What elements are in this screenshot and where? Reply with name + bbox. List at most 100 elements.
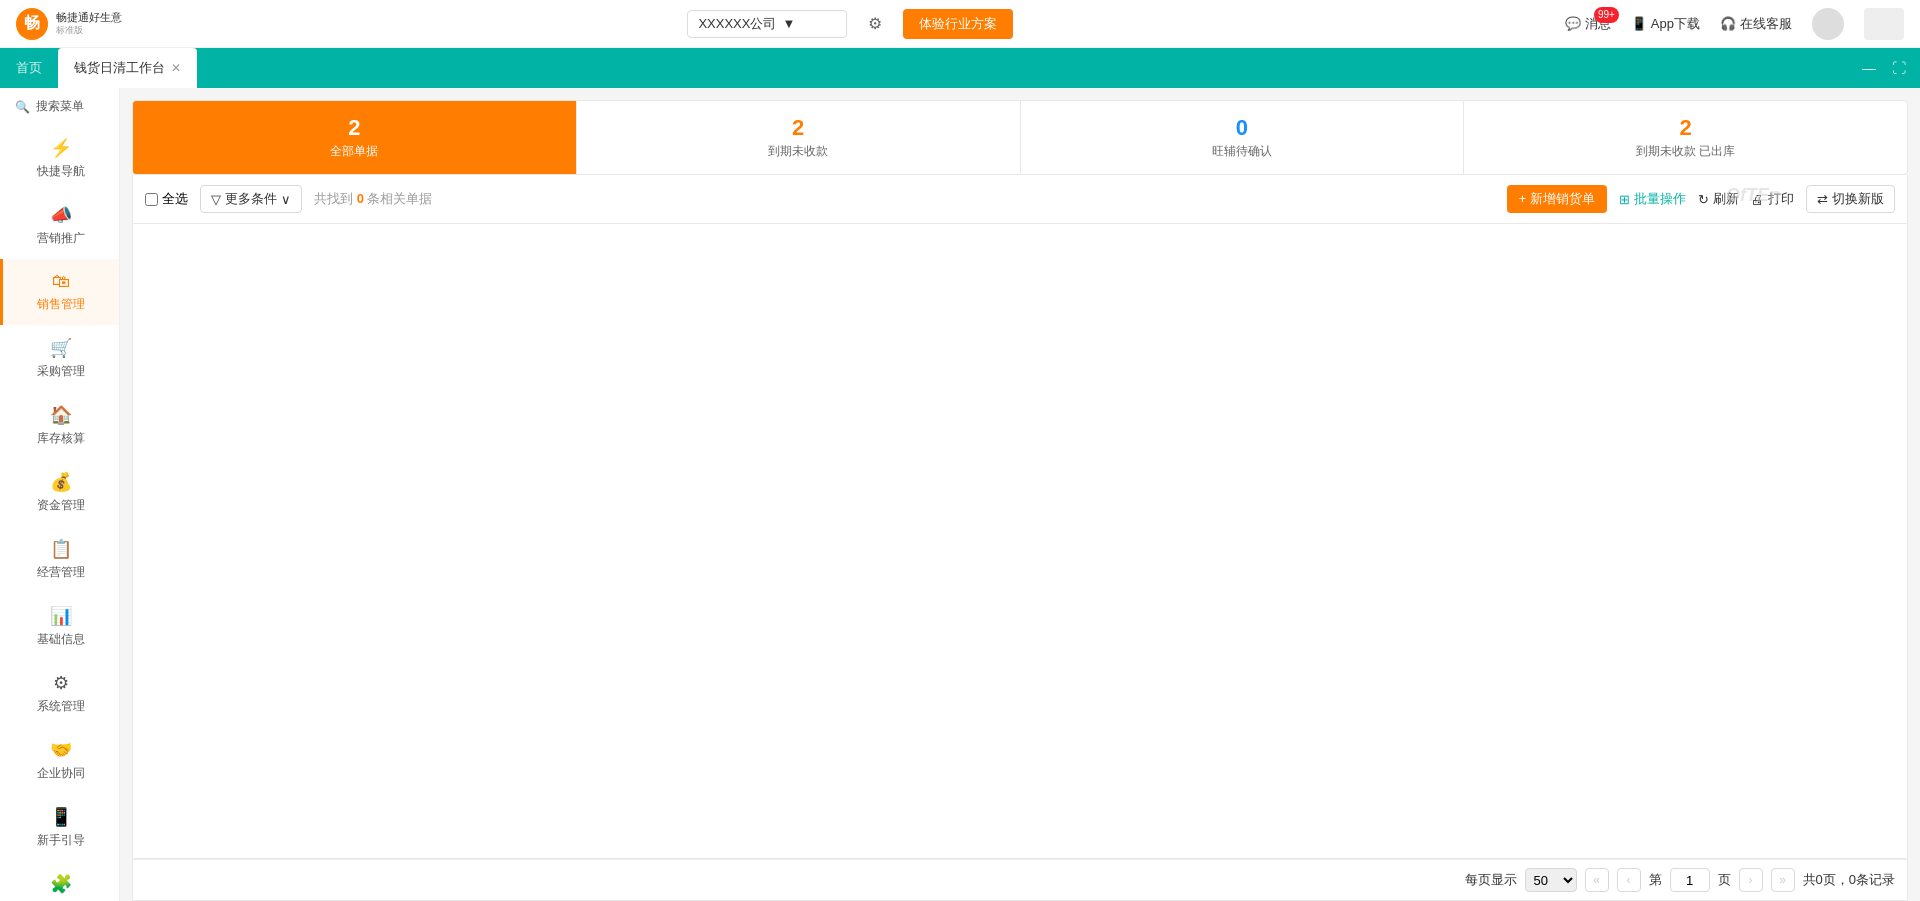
switch-version-button[interactable]: ⇄ 切换新版 [1806, 185, 1895, 213]
app-edition: 标准版 [56, 24, 122, 37]
search-icon: 🔍 [15, 100, 30, 114]
select-all-checkbox[interactable]: 全选 [145, 190, 188, 208]
sidebar-item-system[interactable]: ⚙ 系统管理 [0, 660, 119, 727]
header-right: 💬 消息 99+ 📱 App下载 🎧 在线客服 [1565, 8, 1904, 40]
next-page-button[interactable]: › [1739, 868, 1763, 892]
found-suffix: 条相关单据 [367, 191, 432, 206]
last-page-button[interactable]: » [1771, 868, 1795, 892]
sidebar-label-cooperation: 企业协同 [37, 765, 85, 782]
found-text: 共找到 0 条相关单据 [314, 190, 432, 208]
prev-page-icon: ‹ [1627, 873, 1631, 887]
trial-button[interactable]: 体验行业方案 [903, 9, 1013, 39]
app-download-button[interactable]: 📱 App下载 [1631, 15, 1700, 33]
clipboard-icon: 📋 [50, 538, 72, 560]
tab-home[interactable]: 首页 [0, 48, 58, 88]
sidebar-item-quick-nav[interactable]: ⚡ 快捷导航 [0, 125, 119, 192]
sidebar-label-system: 系统管理 [37, 698, 85, 715]
sidebar-item-marketing[interactable]: 📣 营销推广 [0, 192, 119, 259]
close-tab-icon[interactable]: ✕ [171, 61, 181, 75]
found-count: 0 [357, 191, 364, 206]
sidebar-label-operations: 经营管理 [37, 564, 85, 581]
sidebar-item-inventory[interactable]: 🏠 库存核算 [0, 392, 119, 459]
online-service-button[interactable]: 🎧 在线客服 [1720, 15, 1792, 33]
table-area [132, 224, 1908, 859]
stat-label-pending: 旺辅待确认 [1212, 143, 1272, 160]
sidebar-item-app-center[interactable]: 🧩 应用中心 [0, 861, 119, 901]
last-page-icon: » [1779, 873, 1786, 887]
select-all-input[interactable] [145, 193, 158, 206]
message-icon: 💬 [1565, 16, 1581, 31]
tab-bar-actions: — ⛶ [1858, 56, 1920, 80]
current-page-input[interactable]: 1 [1670, 868, 1710, 892]
sidebar-label-finance: 资金管理 [37, 497, 85, 514]
sidebar-item-guide[interactable]: 📱 新手引导 [0, 794, 119, 861]
tab-cashflow-label: 钱货日清工作台 [74, 59, 165, 77]
page-size-select[interactable]: 50 10 20 100 [1525, 868, 1577, 892]
stat-card-pending[interactable]: 0 旺辅待确认 [1021, 101, 1465, 174]
search-menu-item[interactable]: 🔍 搜索菜单 [0, 88, 119, 125]
batch-operation-button[interactable]: ⊞ 批量操作 [1619, 190, 1686, 208]
page-label: 第 [1649, 871, 1662, 889]
chevron-filter-icon: ∨ [281, 192, 291, 207]
sidebar-item-sales[interactable]: 🛍 销售管理 [0, 259, 119, 325]
filter-label: 更多条件 [225, 190, 277, 208]
user-menu[interactable] [1864, 8, 1904, 40]
content-area: 2 全部单据 2 到期未收款 0 旺辅待确认 2 到期未收款 已出库 全选 [120, 88, 1920, 901]
stat-card-overdue[interactable]: 2 到期未收款 [577, 101, 1021, 174]
settings-button[interactable]: ⚙ [859, 8, 891, 40]
tab-cashflow[interactable]: 钱货日清工作台 ✕ [58, 48, 197, 88]
print-icon: 🖨 [1751, 192, 1764, 207]
tab-bar: 首页 钱货日清工作台 ✕ — ⛶ [0, 48, 1920, 88]
refresh-button[interactable]: ↻ 刷新 [1698, 190, 1739, 208]
app-name: 畅捷通好生意 [56, 10, 122, 24]
filter-button[interactable]: ▽ 更多条件 ∨ [200, 185, 302, 213]
app-download-label: App下载 [1651, 15, 1700, 33]
add-sales-order-button[interactable]: + 新增销货单 [1507, 185, 1607, 213]
cart-icon: 🛒 [50, 337, 72, 359]
found-prefix: 共找到 [314, 191, 353, 206]
app-logo: 畅 [16, 8, 48, 40]
total-text: 共0页，0条记录 [1803, 871, 1895, 889]
main-layout: 🔍 搜索菜单 ⚡ 快捷导航 📣 营销推广 🛍 销售管理 🛒 采购管理 🏠 库存核… [0, 88, 1920, 901]
stat-card-all[interactable]: 2 全部单据 [133, 101, 577, 174]
stat-number-all: 2 [348, 115, 360, 141]
stat-label-overdue-out: 到期未收款 已出库 [1636, 143, 1735, 160]
maximize-tab-icon[interactable]: ⛶ [1888, 56, 1910, 80]
company-selector[interactable]: XXXXXX公司 ▼ [687, 10, 847, 38]
sidebar-item-operations[interactable]: 📋 经营管理 [0, 526, 119, 593]
toolbar-right: + 新增销货单 ⊞ 批量操作 ↻ 刷新 🖨 打印 ⇄ 切换新版 [1507, 185, 1895, 213]
sidebar-item-base-info[interactable]: 📊 基础信息 [0, 593, 119, 660]
stat-card-overdue-out[interactable]: 2 到期未收款 已出库 [1464, 101, 1907, 174]
first-page-button[interactable]: « [1585, 868, 1609, 892]
stat-number-overdue: 2 [792, 115, 804, 141]
shopping-icon: 🛍 [52, 271, 70, 292]
print-button[interactable]: 🖨 打印 [1751, 190, 1794, 208]
sidebar-label-sales: 销售管理 [37, 296, 85, 313]
flash-icon: ⚡ [50, 137, 72, 159]
stat-number-pending: 0 [1236, 115, 1248, 141]
toolbar: 全选 ▽ 更多条件 ∨ 共找到 0 条相关单据 + 新增销货单 ⊞ 批量操作 ↻ [132, 175, 1908, 224]
app-center-icon: 🧩 [50, 873, 72, 895]
stats-cards: 2 全部单据 2 到期未收款 0 旺辅待确认 2 到期未收款 已出库 [132, 100, 1908, 175]
page-size-label: 每页显示 [1465, 871, 1517, 889]
refresh-label: 刷新 [1713, 190, 1739, 208]
avatar[interactable] [1812, 8, 1844, 40]
money-icon: 💰 [50, 471, 72, 493]
pagination-bar: 每页显示 50 10 20 100 « ‹ 第 1 页 › » 共0页，0条记录 [132, 859, 1908, 901]
sidebar-item-finance[interactable]: 💰 资金管理 [0, 459, 119, 526]
sidebar-label-base-info: 基础信息 [37, 631, 85, 648]
header-center: XXXXXX公司 ▼ ⚙ 体验行业方案 [687, 8, 1013, 40]
sidebar: 🔍 搜索菜单 ⚡ 快捷导航 📣 营销推广 🛍 销售管理 🛒 采购管理 🏠 库存核… [0, 88, 120, 901]
sidebar-label-inventory: 库存核算 [37, 430, 85, 447]
sidebar-label-guide: 新手引导 [37, 832, 85, 849]
sidebar-item-purchase[interactable]: 🛒 采购管理 [0, 325, 119, 392]
system-icon: ⚙ [53, 672, 69, 694]
prev-page-button[interactable]: ‹ [1617, 868, 1641, 892]
minimize-tab-icon[interactable]: — [1858, 56, 1880, 80]
sidebar-label-purchase: 采购管理 [37, 363, 85, 380]
message-button[interactable]: 💬 消息 99+ [1565, 15, 1611, 33]
chevron-down-icon: ▼ [782, 16, 795, 31]
next-page-icon: › [1749, 873, 1753, 887]
switch-label: 切换新版 [1832, 190, 1884, 208]
sidebar-item-cooperation[interactable]: 🤝 企业协同 [0, 727, 119, 794]
